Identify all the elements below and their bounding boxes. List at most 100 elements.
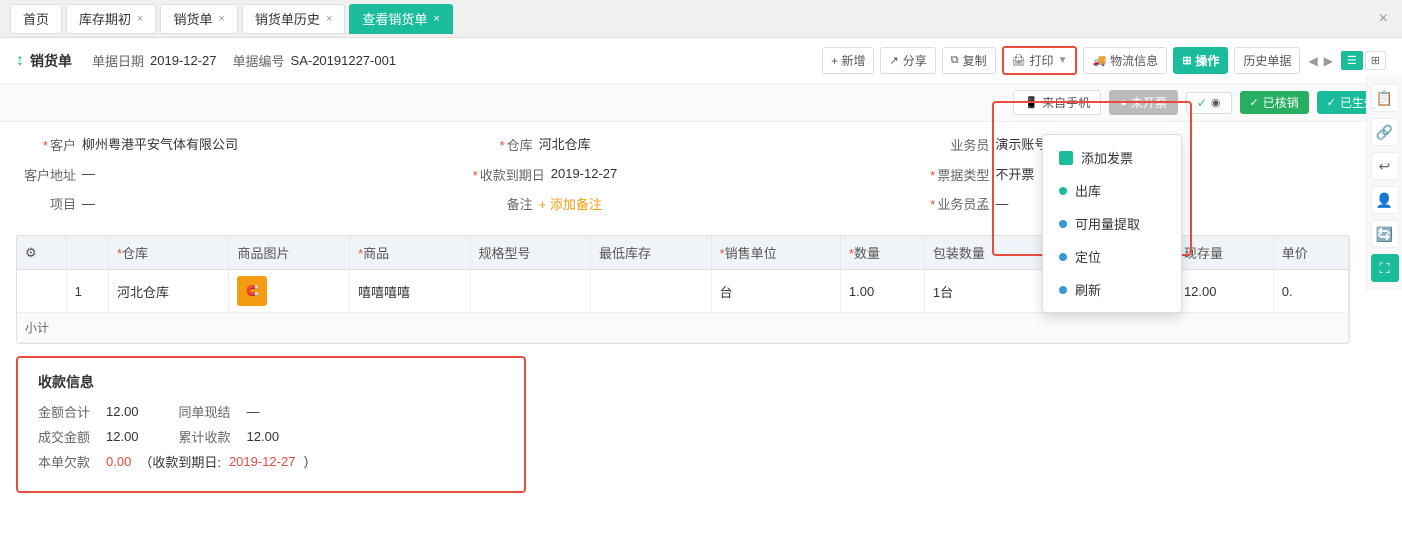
- sub-toolbar: 📱 来自手机 ● 未开票 ✓ ◉ ✓ 已核销 ✓ 已生效: [0, 84, 1402, 122]
- warehouse-field: 仓库 河北仓库: [473, 134, 930, 154]
- col-product: *商品: [350, 236, 471, 270]
- sidebar-link-button[interactable]: 🔗: [1371, 118, 1399, 146]
- cumulative-item: 累计收款 12.00: [179, 427, 280, 446]
- cell-qty: 1.00: [840, 270, 924, 313]
- warehouse-value: 河北仓库: [539, 134, 659, 154]
- summary-row-3: 本单欠款 0.00 （收款到期日: 2019-12-27 ）: [38, 452, 504, 471]
- sidebar-expand-button[interactable]: ⛶: [1371, 254, 1399, 282]
- warehouse-label: 仓库: [473, 135, 533, 154]
- col-min-stock: 最低库存: [591, 236, 712, 270]
- balance-value: 0.00: [106, 454, 131, 469]
- cell-seq: 1: [66, 270, 108, 313]
- from-phone-button[interactable]: 📱 来自手机: [1013, 90, 1101, 115]
- summary-row-2: 成交金额 12.00 累计收款 12.00: [38, 427, 504, 446]
- col-seq: [66, 236, 108, 270]
- tab-home[interactable]: 首页: [10, 4, 62, 34]
- cell-pack-qty: 1台: [924, 270, 1045, 313]
- logistics-button[interactable]: 🚚 物流信息: [1083, 47, 1167, 74]
- settlement-label: 同单现结: [179, 402, 239, 421]
- operation-dropdown: 添加发票 出库 可用量提取 定位 刷新: [1042, 134, 1182, 313]
- note-label: 备注: [473, 194, 533, 213]
- summary-title: 收款信息: [38, 372, 504, 392]
- project-value: —: [82, 196, 202, 212]
- not-open-button[interactable]: ● 未开票: [1109, 90, 1178, 115]
- col-sales-unit: *销售单位: [711, 236, 840, 270]
- sidebar-user-button[interactable]: 👤: [1371, 186, 1399, 214]
- due-date-value: 2019-12-27: [551, 166, 671, 182]
- quantity-pickup-item[interactable]: 可用量提取: [1043, 207, 1181, 240]
- next-button[interactable]: ▶: [1322, 52, 1335, 70]
- amount-value: 12.00: [106, 404, 139, 419]
- share-button[interactable]: ↗ 分享: [880, 47, 935, 74]
- quantity-pickup-icon: [1059, 220, 1067, 228]
- locate-item[interactable]: 定位: [1043, 240, 1181, 273]
- outbound-item[interactable]: 出库: [1043, 174, 1181, 207]
- tab-sales-history[interactable]: 销货单历史 ×: [242, 4, 345, 34]
- transaction-item: 成交金额 12.00: [38, 427, 139, 446]
- outbound-label: 出库: [1075, 181, 1101, 200]
- doc-date-field: 单据日期 2019-12-27: [92, 51, 217, 70]
- transaction-value: 12.00: [106, 429, 139, 444]
- refresh-item[interactable]: 刷新: [1043, 273, 1181, 306]
- outbound-icon: [1059, 187, 1067, 195]
- summary-box: 收款信息 金额合计 12.00 同单现结 — 成交金额 12.00 累计收款: [16, 356, 526, 493]
- cell-product-img: 🧲: [229, 270, 350, 313]
- prev-button[interactable]: ◀: [1306, 52, 1319, 70]
- transaction-label: 成交金额: [38, 427, 98, 446]
- amount-label: 金额合计: [38, 402, 98, 421]
- tab-close-history[interactable]: ×: [326, 13, 332, 25]
- col-product-img: 商品图片: [229, 236, 350, 270]
- balance-label: 本单欠款: [38, 452, 98, 471]
- doc-header: ↕ 销货单 单据日期 2019-12-27 单据编号 SA-20191227-0…: [0, 38, 1402, 84]
- col-spec: 规格型号: [470, 236, 591, 270]
- col-settings[interactable]: ⚙: [17, 236, 66, 270]
- nav-arrows: ◀ ▶: [1306, 52, 1334, 70]
- add-invoice-icon: [1059, 151, 1073, 165]
- due-date-field: 收款到期日 2019-12-27: [473, 165, 930, 184]
- cell-product: 嘻嘻嘻嘻: [350, 270, 471, 313]
- col-warehouse: *仓库: [108, 236, 229, 270]
- sidebar-clipboard-button[interactable]: 📋: [1371, 84, 1399, 112]
- grid-view-button[interactable]: ⊞: [1365, 51, 1386, 70]
- operation-button[interactable]: ⊞ 操作: [1173, 47, 1228, 74]
- subtotal-row: 小计: [17, 313, 1349, 343]
- right-sidebar: 📋 🔗 ↩ 👤 🔄 ⛶: [1366, 76, 1402, 290]
- tab-close-view[interactable]: ×: [433, 13, 439, 25]
- due-date-label: 收款到期日: [473, 165, 545, 184]
- cell-unit-price: 0.: [1273, 270, 1348, 313]
- address-value: —: [82, 166, 202, 182]
- amount-item: 金额合计 12.00: [38, 402, 139, 421]
- balance-note: （收款到期日:: [139, 452, 221, 471]
- list-view-button[interactable]: ☰: [1341, 51, 1363, 70]
- tab-close-inventory[interactable]: ×: [137, 13, 143, 25]
- quantity-pickup-label: 可用量提取: [1075, 214, 1140, 233]
- doc-no-label: 单据编号: [233, 51, 285, 70]
- col-pack-qty: 包装数量: [924, 236, 1045, 270]
- address-field: 客户地址 —: [16, 165, 473, 184]
- cell-warehouse: 河北仓库: [108, 270, 229, 313]
- locate-icon: [1059, 253, 1067, 261]
- sidebar-sync-button[interactable]: 🔄: [1371, 220, 1399, 248]
- tab-close-sales[interactable]: ×: [218, 13, 224, 25]
- add-invoice-item[interactable]: 添加发票: [1043, 141, 1181, 174]
- doc-title: ↕ 销货单: [16, 51, 72, 71]
- new-button[interactable]: + 新增: [822, 47, 874, 74]
- add-note-button[interactable]: + 添加备注: [539, 194, 602, 213]
- global-close-button[interactable]: ×: [1375, 6, 1392, 32]
- tab-sales-order[interactable]: 销货单 ×: [160, 4, 237, 34]
- customer-field: 客户 柳州粤港平安气体有限公司: [16, 134, 473, 154]
- print-button[interactable]: 🖨 打印 ▼: [1002, 46, 1078, 75]
- copy-button[interactable]: ⧉ 复制: [942, 47, 996, 74]
- tab-inventory-init[interactable]: 库存期初 ×: [66, 4, 156, 34]
- doc-title-text: 销货单: [30, 51, 72, 71]
- tab-view-sales[interactable]: 查看销货单 ×: [349, 4, 452, 34]
- main-container: ↕ 销货单 单据日期 2019-12-27 单据编号 SA-20191227-0…: [0, 38, 1402, 533]
- cell-min-stock: [591, 270, 712, 313]
- history-button[interactable]: 历史单据: [1234, 47, 1300, 74]
- balance-item: 本单欠款 0.00 （收款到期日: 2019-12-27 ）: [38, 452, 316, 471]
- doc-actions: + 新增 ↗ 分享 ⧉ 复制 🖨 打印 ▼ 🚚 物流信息: [822, 46, 1386, 75]
- subtotal-label: 小计: [17, 313, 1349, 343]
- confirm-button[interactable]: ✓ ◉: [1186, 92, 1232, 114]
- sidebar-return-button[interactable]: ↩: [1371, 152, 1399, 180]
- balance-close: ）: [303, 452, 316, 471]
